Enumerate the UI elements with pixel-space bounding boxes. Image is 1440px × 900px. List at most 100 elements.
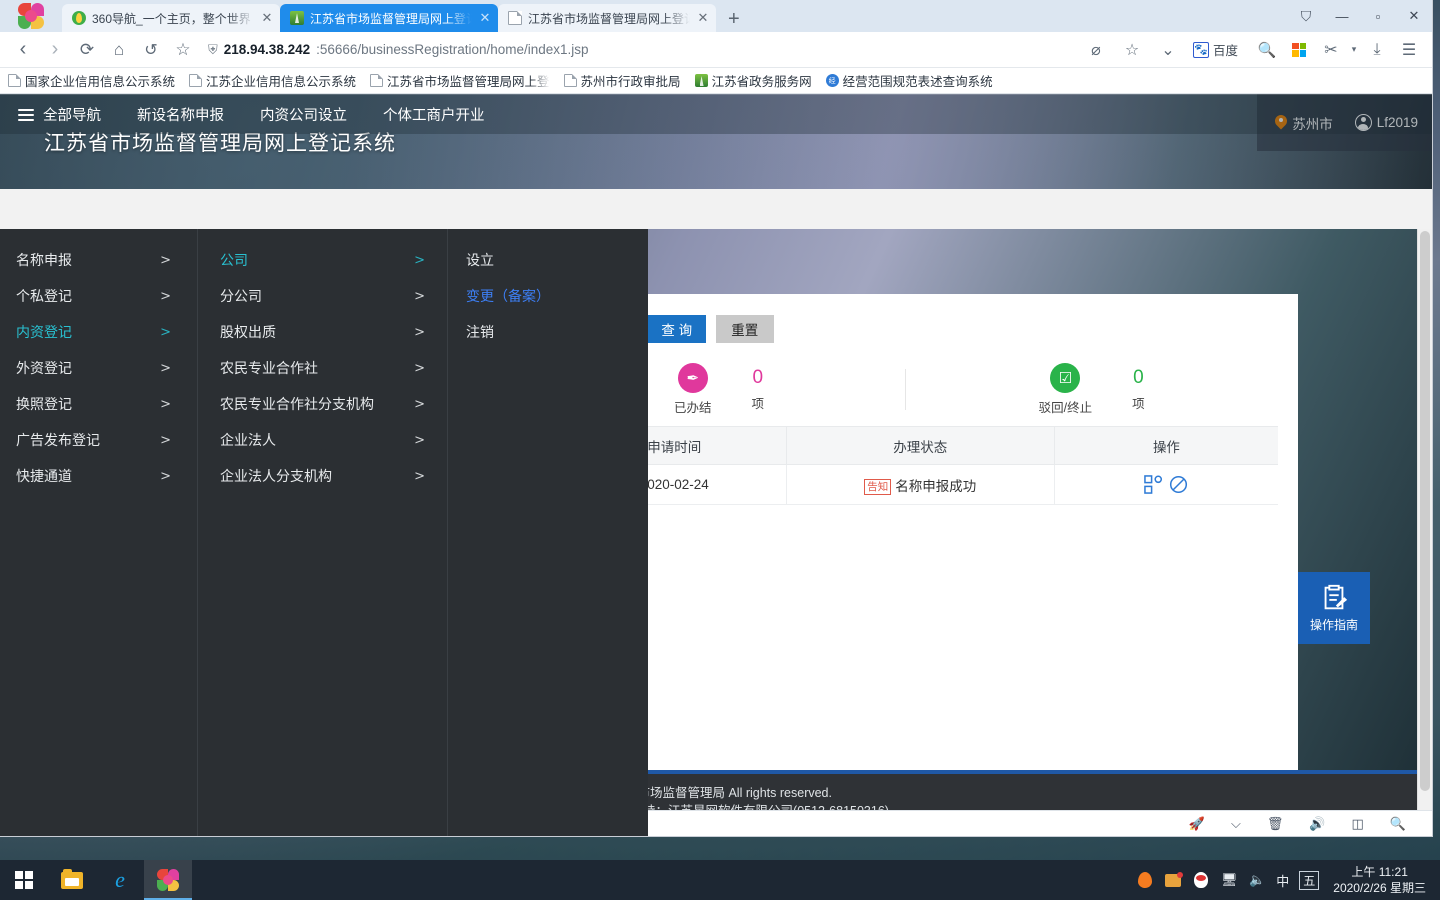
history-button[interactable]: ↺ xyxy=(136,36,166,64)
shield-icon[interactable]: ⛉ xyxy=(1288,8,1324,25)
screenshot-scissors-icon[interactable]: ✂ xyxy=(1316,36,1346,64)
menu-item-domestic-registration[interactable]: 内资登记 > xyxy=(0,314,197,350)
bookmark-item[interactable]: 江苏省市场监督管理局网上登 xyxy=(370,71,550,90)
apps-icon[interactable] xyxy=(1284,36,1314,64)
flame-icon[interactable] xyxy=(1136,871,1154,889)
search-icon[interactable]: 🔍 xyxy=(1252,36,1282,64)
nav-item-individual-business-opening[interactable]: 个体工商户开业 xyxy=(365,104,503,125)
close-button[interactable]: ✕ xyxy=(1396,8,1432,24)
menu-item-quick-channel[interactable]: 快捷通道 > xyxy=(0,458,197,494)
speaker-icon[interactable]: 🔊 xyxy=(1309,816,1325,832)
forward-button[interactable]: › xyxy=(40,36,70,64)
menu-icon[interactable]: ☰ xyxy=(1394,36,1424,64)
menu-label: 农民专业合作社分支机构 xyxy=(220,396,374,412)
trash-icon[interactable]: 🗑 xyxy=(1267,816,1284,832)
search-engine-chip[interactable]: 🐾 百度 xyxy=(1189,40,1242,59)
chevron-right-icon: > xyxy=(414,360,425,376)
nav-item-new-name-application[interactable]: 新设名称申报 xyxy=(119,104,242,125)
menu-item-license-exchange[interactable]: 换照登记 > xyxy=(0,386,197,422)
translate-icon[interactable]: ⌀ xyxy=(1081,36,1111,64)
compass-icon[interactable]: ⌵ xyxy=(1231,816,1241,832)
bookmark-item[interactable]: 苏州市行政审批局 xyxy=(563,71,681,90)
menu-item-individual-registration[interactable]: 个私登记 > xyxy=(0,278,197,314)
bookmark-item[interactable]: 经 经营范围规范表述查询系统 xyxy=(825,71,993,90)
download-icon[interactable]: ⤓ xyxy=(1362,36,1392,64)
chevron-right-icon: > xyxy=(414,432,425,448)
ime-indicator[interactable]: 中 xyxy=(1276,871,1289,890)
chevron-right-icon: > xyxy=(160,432,171,448)
stat-label: 驳回/终止 xyxy=(1038,400,1093,415)
submenu-item-farmer-cooperative[interactable]: 农民专业合作社 > xyxy=(198,350,447,386)
network-icon[interactable]: 🖥 xyxy=(1220,871,1238,889)
submenu-item-enterprise-legal-person[interactable]: 企业法人 > xyxy=(198,422,447,458)
browser-toolbar: ‹ › ⟳ ⌂ ↺ ☆ ⛨ 218.94.38.242:56666/busine… xyxy=(0,32,1432,68)
qr-icon[interactable] xyxy=(1144,475,1163,494)
bookmark-item[interactable]: 江苏省政务服务网 xyxy=(694,71,812,90)
stat-rejected[interactable]: ☑ 驳回/终止 0 项 xyxy=(905,362,1278,416)
tab-close-icon[interactable]: ✕ xyxy=(696,10,710,26)
all-navigation-button[interactable]: 全部导航 xyxy=(14,104,119,125)
address-star-icon[interactable]: ☆ xyxy=(1117,36,1147,64)
reject-icon: ☑ xyxy=(1050,362,1081,393)
mega-menu-column-2: 公司 > 分公司 > 股权出质 > 农民专业合作社 > 农民专业合作社分支机构 xyxy=(198,229,448,836)
window-icon[interactable]: ◫ xyxy=(1352,816,1364,832)
prohibit-icon[interactable] xyxy=(1169,475,1188,494)
volume-icon[interactable]: 🔈 xyxy=(1248,871,1266,889)
internet-explorer-icon[interactable]: e xyxy=(96,860,144,900)
windows-start-icon[interactable] xyxy=(0,860,48,900)
new-tab-button[interactable]: + xyxy=(728,9,740,29)
operation-guide-button[interactable]: 操作指南 xyxy=(1298,572,1370,644)
browser-tab-1[interactable]: 江苏省市场监督管理局网上登记 ✕ xyxy=(280,4,498,32)
scrollbar-thumb[interactable] xyxy=(1420,231,1430,791)
chevron-right-icon: > xyxy=(160,288,171,304)
bookmark-star-icon[interactable]: ☆ xyxy=(168,36,198,64)
browser-tab-0[interactable]: 360导航_一个主页，整个世界 ✕ xyxy=(62,4,280,32)
action-item-cancel[interactable]: 注销 xyxy=(448,314,648,350)
menu-item-foreign-registration[interactable]: 外资登记 > xyxy=(0,350,197,386)
menu-item-advertising-registration[interactable]: 广告发布登记 > xyxy=(0,422,197,458)
nav-item-domestic-company-setup[interactable]: 内资公司设立 xyxy=(242,104,365,125)
minimize-button[interactable]: — xyxy=(1324,9,1360,24)
address-bar[interactable]: ⛨ 218.94.38.242:56666/businessRegistrati… xyxy=(208,37,1242,63)
reset-button[interactable]: 重置 xyxy=(715,315,774,343)
caret-down-icon[interactable]: ▾ xyxy=(1348,36,1360,64)
menu-item-name-application[interactable]: 名称申报 > xyxy=(0,242,197,278)
taskbar-clock[interactable]: 上午 11:21 2020/2/26 星期三 xyxy=(1329,864,1434,896)
bookmark-item[interactable]: 国家企业信用信息公示系统 xyxy=(8,71,175,90)
chevron-right-icon: > xyxy=(414,396,425,412)
chevron-right-icon: > xyxy=(414,252,425,268)
home-button[interactable]: ⌂ xyxy=(104,36,134,64)
submenu-item-branch-company[interactable]: 分公司 > xyxy=(198,278,447,314)
menu-label: 分公司 xyxy=(220,288,262,304)
mega-menu-column-3: 设立 变更（备案） 注销 xyxy=(448,229,648,836)
360-browser-icon[interactable] xyxy=(144,860,192,900)
submenu-item-enterprise-legal-person-branch[interactable]: 企业法人分支机构 > xyxy=(198,458,447,494)
back-button[interactable]: ‹ xyxy=(8,36,38,64)
file-explorer-icon[interactable] xyxy=(48,860,96,900)
maximize-button[interactable]: ▫ xyxy=(1360,9,1396,24)
stat-label: 已办结 xyxy=(673,400,712,415)
qq-icon[interactable] xyxy=(1192,871,1210,889)
page-scrollbar[interactable] xyxy=(1417,229,1432,836)
bookmark-item[interactable]: 江苏企业信用信息公示系统 xyxy=(189,71,356,90)
chevron-down-icon[interactable]: ⌄ xyxy=(1153,36,1183,64)
query-button[interactable]: 查 询 xyxy=(647,315,706,343)
search-icon[interactable]: 🔍 xyxy=(1390,816,1406,832)
action-item-establish[interactable]: 设立 xyxy=(448,242,648,278)
clock-time: 上午 11:21 xyxy=(1351,865,1408,879)
ime-mode-indicator[interactable]: 五 xyxy=(1299,870,1320,890)
window-icon[interactable] xyxy=(1164,871,1184,889)
submenu-item-farmer-cooperative-branch[interactable]: 农民专业合作社分支机构 > xyxy=(198,386,447,422)
tab-close-icon[interactable]: ✕ xyxy=(478,10,492,26)
page-icon xyxy=(8,74,21,87)
action-item-change-filing[interactable]: 变更（备案） xyxy=(448,278,648,314)
tab-close-icon[interactable]: ✕ xyxy=(260,10,274,26)
menu-label: 名称申报 xyxy=(16,252,72,268)
status-badge: 告知 xyxy=(864,478,892,495)
submenu-item-company[interactable]: 公司 > xyxy=(198,242,447,278)
table-header-cell: 办理状态 xyxy=(786,426,1055,465)
reload-button[interactable]: ⟳ xyxy=(72,36,102,64)
submenu-item-equity-pledge[interactable]: 股权出质 > xyxy=(198,314,447,350)
rocket-icon[interactable]: 🚀 xyxy=(1189,816,1205,832)
browser-tab-2[interactable]: 江苏省市场监督管理局网上登记 ✕ xyxy=(498,4,716,32)
